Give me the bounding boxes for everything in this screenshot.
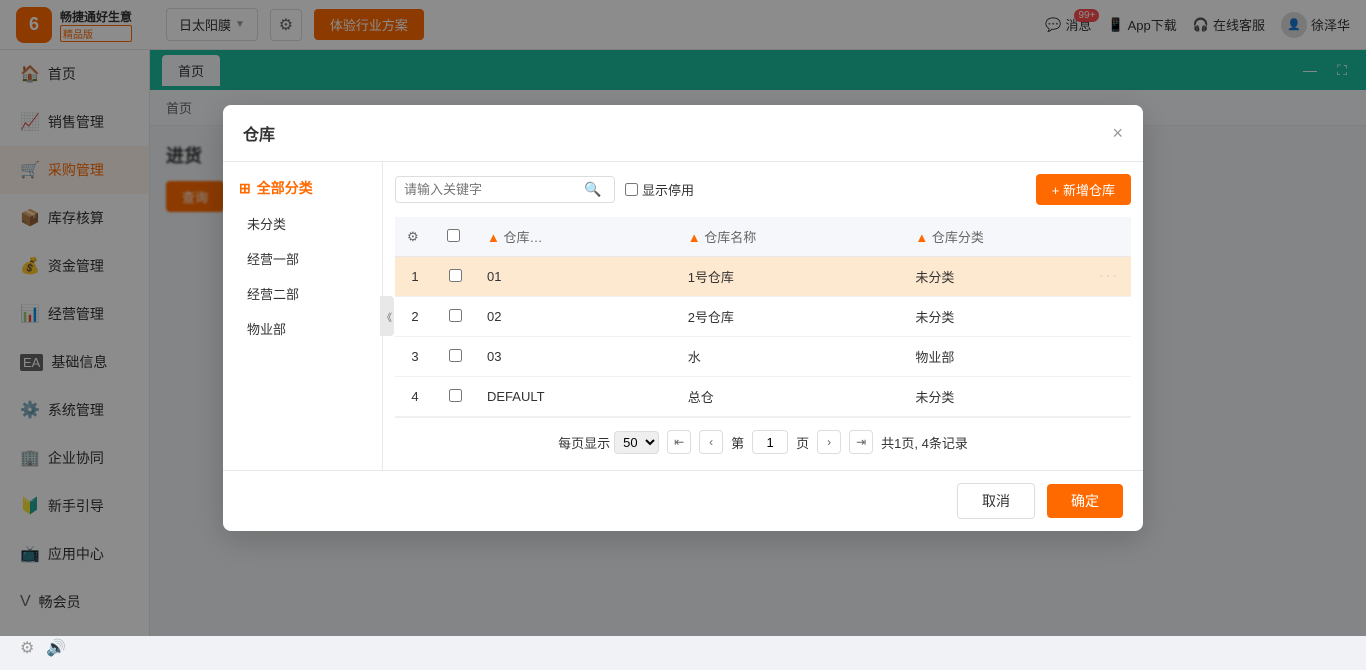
row-code-3: 03 <box>475 337 676 377</box>
search-box: 🔍 <box>395 176 615 203</box>
row-num-3: 3 <box>395 337 435 377</box>
row-checkbox-3[interactable] <box>449 349 462 362</box>
row-category-3: 物业部 <box>903 337 1131 377</box>
modal-footer: 取消 确定 <box>223 470 1143 531</box>
settings-icon[interactable]: ⚙ <box>20 638 34 658</box>
row-num-4: 4 <box>395 377 435 417</box>
sort-icon-name: ▲ <box>688 230 701 245</box>
modal-overlay: 仓库 × ⊞ 全部分类 未分类 经营一部 经营二部 物业部 《 <box>0 0 1366 636</box>
row-code-4: DEFAULT <box>475 377 676 417</box>
table-header: ⚙ ▲ 仓库… ▲ 仓库名称 <box>395 217 1131 257</box>
show-disabled-label: 显示停用 <box>642 180 694 199</box>
warehouse-table: ⚙ ▲ 仓库… ▲ 仓库名称 <box>395 217 1131 417</box>
search-input[interactable] <box>404 182 584 197</box>
row-category-4: 未分类 <box>903 377 1131 417</box>
select-all-checkbox[interactable] <box>447 229 460 242</box>
row-num-2: 2 <box>395 297 435 337</box>
collapse-panel-button[interactable]: 《 <box>380 296 394 336</box>
add-warehouse-button[interactable]: + 新增仓库 <box>1036 174 1131 205</box>
modal-close-button[interactable]: × <box>1112 124 1123 142</box>
row-category-2: 未分类 <box>903 297 1131 337</box>
th-category: ▲ 仓库分类 <box>903 217 1131 257</box>
modal-header: 仓库 × <box>223 105 1143 162</box>
page-number-input[interactable] <box>752 430 788 454</box>
row-name-3: 水 <box>676 337 904 377</box>
table-row[interactable]: 4 DEFAULT 总仓 未分类 <box>395 377 1131 417</box>
modal-body: ⊞ 全部分类 未分类 经营一部 经营二部 物业部 《 🔍 <box>223 162 1143 470</box>
table-row[interactable]: 1 01 1号仓库 未分类 ··· <box>395 257 1131 297</box>
th-name: ▲ 仓库名称 <box>676 217 904 257</box>
pagination-bar: 每页显示 50 ⇤ ‹ 第 页 › ⇥ 共1页, 4条记录 <box>395 417 1131 458</box>
prev-page-button[interactable]: ‹ <box>699 430 723 454</box>
row-category-1: 未分类 ··· <box>903 257 1131 297</box>
category-panel: ⊞ 全部分类 未分类 经营一部 经营二部 物业部 《 <box>223 162 383 470</box>
row-code-1: 01 <box>475 257 676 297</box>
row-checkbox-1[interactable] <box>449 269 462 282</box>
table-container: ⚙ ▲ 仓库… ▲ 仓库名称 <box>395 217 1131 417</box>
grid-icon: ⊞ <box>239 180 251 197</box>
th-checkbox <box>435 217 475 257</box>
category-item-ops1[interactable]: 经营一部 <box>223 241 382 276</box>
show-disabled-checkbox-group: 显示停用 <box>625 180 694 199</box>
next-page-button[interactable]: › <box>817 430 841 454</box>
table-body: 1 01 1号仓库 未分类 ··· 2 <box>395 257 1131 417</box>
table-row[interactable]: 3 03 水 物业部 <box>395 337 1131 377</box>
confirm-button[interactable]: 确定 <box>1047 484 1123 518</box>
row-check-1 <box>435 257 475 297</box>
row-check-3 <box>435 337 475 377</box>
category-item-ops2[interactable]: 经营二部 <box>223 276 382 311</box>
warehouse-modal: 仓库 × ⊞ 全部分类 未分类 经营一部 经营二部 物业部 《 <box>223 105 1143 531</box>
row-check-4 <box>435 377 475 417</box>
row-name-4: 总仓 <box>676 377 904 417</box>
page-size-select[interactable]: 50 <box>614 431 659 454</box>
speaker-icon[interactable]: 🔊 <box>46 638 66 658</box>
category-all-header[interactable]: ⊞ 全部分类 <box>223 170 382 206</box>
sort-icon-cat: ▲ <box>915 230 928 245</box>
row-checkbox-2[interactable] <box>449 309 462 322</box>
th-gear: ⚙ <box>395 217 435 257</box>
category-item-unclassified[interactable]: 未分类 <box>223 206 382 241</box>
show-disabled-checkbox[interactable] <box>625 183 638 196</box>
modal-title: 仓库 <box>243 121 275 145</box>
cancel-button[interactable]: 取消 <box>957 483 1035 519</box>
row-num-1: 1 <box>395 257 435 297</box>
table-panel: 🔍 显示停用 + 新增仓库 ⚙ <box>383 162 1143 470</box>
category-item-property[interactable]: 物业部 <box>223 311 382 346</box>
sort-icon: ▲ <box>487 230 500 245</box>
page-size-selector: 每页显示 50 <box>558 431 659 454</box>
table-row[interactable]: 2 02 2号仓库 未分类 <box>395 297 1131 337</box>
row-name-1: 1号仓库 <box>676 257 904 297</box>
search-icon[interactable]: 🔍 <box>584 181 601 198</box>
row-checkbox-4[interactable] <box>449 389 462 402</box>
row-name-2: 2号仓库 <box>676 297 904 337</box>
table-toolbar: 🔍 显示停用 + 新增仓库 <box>395 174 1131 205</box>
row-actions-1[interactable]: ··· <box>1099 267 1119 283</box>
th-code: ▲ 仓库… <box>475 217 676 257</box>
first-page-button[interactable]: ⇤ <box>667 430 691 454</box>
row-check-2 <box>435 297 475 337</box>
row-code-2: 02 <box>475 297 676 337</box>
last-page-button[interactable]: ⇥ <box>849 430 873 454</box>
